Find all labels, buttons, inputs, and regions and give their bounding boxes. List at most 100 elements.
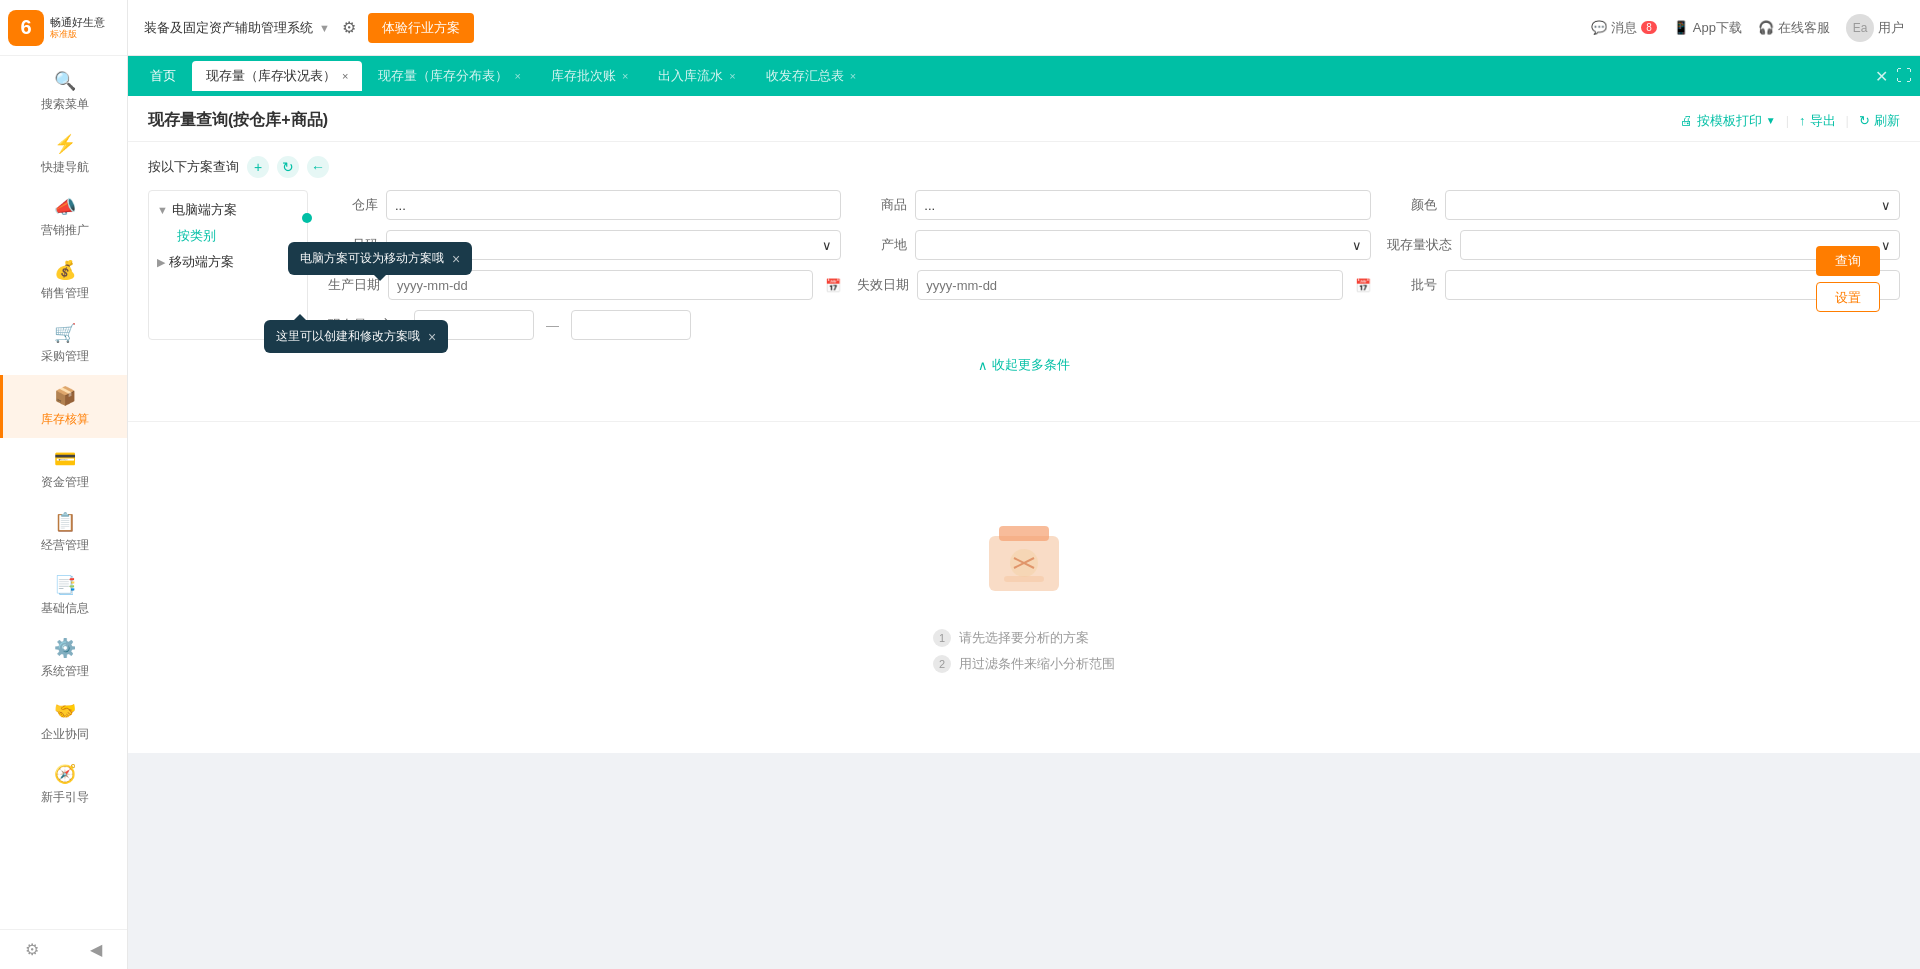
gear-icon: ⚙️	[54, 637, 76, 659]
filter-expiry-date: 失效日期 📅	[857, 270, 1370, 300]
tab-close-icon[interactable]: ×	[850, 70, 856, 82]
settings-gear-icon[interactable]: ⚙	[342, 18, 356, 37]
expiry-date-label: 失效日期	[857, 276, 909, 294]
chevron-up-icon: ∧	[978, 358, 988, 373]
sidebar-item-finance[interactable]: 💳 资金管理	[0, 438, 127, 501]
online-service-button[interactable]: 🎧 在线客服	[1758, 19, 1830, 37]
color-select[interactable]: ∨	[1445, 190, 1900, 220]
logo-text-block: 畅通好生意 标准版	[50, 15, 105, 41]
sidebar-item-enterprise[interactable]: 🤝 企业协同	[0, 690, 127, 753]
query-set-buttons: 查询 设置	[1816, 246, 1880, 312]
tab-close-icon[interactable]: ×	[729, 70, 735, 82]
refresh-scheme-button[interactable]: ↻	[277, 156, 299, 178]
tab-in-out-flow[interactable]: 出入库流水 ×	[644, 61, 749, 91]
refresh-icon: ↻	[1859, 113, 1870, 128]
sidebar-item-system[interactable]: ⚙️ 系统管理	[0, 627, 127, 690]
collapse-sidebar-button[interactable]: ◀	[90, 940, 102, 959]
sidebar-item-label: 采购管理	[41, 348, 89, 365]
tab-inventory-dist[interactable]: 现存量（库存分布表） ×	[364, 61, 534, 91]
message-icon: 💬	[1591, 20, 1607, 35]
filter-warehouse: 仓库 ...	[328, 190, 841, 220]
tooltip1-close-button[interactable]: ×	[452, 251, 460, 267]
refresh-button[interactable]: ↻ 刷新	[1859, 112, 1900, 130]
batch-label: 批号	[1387, 276, 1437, 294]
origin-select[interactable]: ∨	[915, 230, 1370, 260]
product-label: 商品	[857, 196, 907, 214]
sidebar-item-inventory[interactable]: 📦 库存核算	[0, 375, 127, 438]
app-download-button[interactable]: 📱 App下载	[1673, 19, 1742, 37]
page-title: 现存量查询(按仓库+商品)	[148, 110, 328, 131]
sidebar-item-label: 销售管理	[41, 285, 89, 302]
box-icon: 📦	[54, 385, 76, 407]
user-avatar: Ea	[1846, 14, 1874, 42]
sidebar-item-label: 库存核算	[41, 411, 89, 428]
collapse-filter-button[interactable]: ∧ 收起更多条件	[148, 356, 1900, 374]
tab-label: 出入库流水	[658, 67, 723, 85]
export-icon: ↑	[1799, 113, 1806, 128]
tree-label: 移动端方案	[169, 253, 234, 271]
megaphone-icon: 📣	[54, 196, 76, 218]
origin-label: 产地	[857, 236, 907, 254]
select-dots: ...	[924, 198, 935, 213]
app-name: 畅通好生意	[50, 15, 105, 29]
divider: |	[1846, 113, 1849, 128]
tooltip-text: 电脑方案可设为移动方案哦	[300, 250, 444, 267]
clipboard-icon: 📋	[54, 511, 76, 533]
tree-item-mobile[interactable]: ▶ 移动端方案	[149, 249, 307, 275]
sidebar-item-search[interactable]: 🔍 搜索菜单	[0, 60, 127, 123]
message-button[interactable]: 💬 消息 8	[1591, 19, 1657, 37]
sidebar-item-sales[interactable]: 💰 销售管理	[0, 249, 127, 312]
tab-batch-account[interactable]: 库存批次账 ×	[537, 61, 642, 91]
empty-step-2: 2 用过滤条件来缩小分析范围	[933, 655, 1115, 673]
tooltip-pc-scheme: 电脑方案可设为移动方案哦 ×	[288, 242, 472, 275]
sidebar-item-label: 新手引导	[41, 789, 89, 806]
export-button[interactable]: ↑ 导出	[1799, 112, 1836, 130]
warehouse-select[interactable]: ...	[386, 190, 841, 220]
calendar-icon[interactable]: 📅	[1355, 278, 1371, 293]
tab-close-icon[interactable]: ×	[622, 70, 628, 82]
tab-receive-summary[interactable]: 收发存汇总表 ×	[752, 61, 870, 91]
close-all-tabs-icon[interactable]: ✕	[1875, 67, 1888, 86]
template-print-button[interactable]: 🖨 按模板打印 ▼	[1680, 112, 1776, 130]
tab-close-icon[interactable]: ×	[514, 70, 520, 82]
expiry-date-input[interactable]	[917, 270, 1342, 300]
calendar-icon[interactable]: 📅	[825, 278, 841, 293]
dropdown-arrow: ∨	[822, 238, 832, 253]
sidebar-item-label: 企业协同	[41, 726, 89, 743]
query-button[interactable]: 查询	[1816, 246, 1880, 276]
tab-close-icon[interactable]: ×	[342, 70, 348, 82]
tab-label: 收发存汇总表	[766, 67, 844, 85]
sidebar-logo: 6 畅通好生意 标准版	[0, 0, 127, 56]
stock-qty-max[interactable]	[571, 310, 691, 340]
tab-home[interactable]: 首页	[136, 61, 190, 91]
user-avatar-button[interactable]: Ea 用户	[1846, 14, 1904, 42]
warehouse-label: 仓库	[328, 196, 378, 214]
empty-step-1: 1 请先选择要分析的方案	[933, 629, 1115, 647]
sidebar-item-quick-nav[interactable]: ⚡ 快捷导航	[0, 123, 127, 186]
sidebar-item-base-info[interactable]: 📑 基础信息	[0, 564, 127, 627]
tabbar-actions: ✕ ⛶	[1875, 67, 1912, 86]
sidebar-item-marketing[interactable]: 📣 营销推广	[0, 186, 127, 249]
settings-button[interactable]: ⚙	[25, 940, 39, 959]
sidebar-item-label: 基础信息	[41, 600, 89, 617]
tabbar: 首页 现存量（库存状况表） × 现存量（库存分布表） × 库存批次账 × 出入库…	[128, 56, 1920, 96]
sidebar-item-purchase[interactable]: 🛒 采购管理	[0, 312, 127, 375]
filter-header: 按以下方案查询 + ↻ ← 电脑方案可设为移动方案哦 × 这里可以创建和修改方案…	[148, 156, 1900, 178]
tree-item-pc[interactable]: ▼ 电脑端方案	[149, 197, 307, 223]
dropdown-arrow-icon: ▼	[1766, 115, 1776, 126]
sidebar-item-operation[interactable]: 📋 经营管理	[0, 501, 127, 564]
app-badge: 标准版	[50, 29, 105, 41]
sidebar-item-beginner[interactable]: 🧭 新手引导	[0, 753, 127, 816]
maximize-icon[interactable]: ⛶	[1896, 67, 1912, 85]
lightning-icon: ⚡	[54, 133, 76, 155]
product-select[interactable]: ...	[915, 190, 1370, 220]
back-button[interactable]: ←	[307, 156, 329, 178]
tab-inventory-status[interactable]: 现存量（库存状况表） ×	[192, 61, 362, 91]
trial-button[interactable]: 体验行业方案	[368, 13, 474, 43]
sidebar-item-label: 营销推广	[41, 222, 89, 239]
tooltip2-close-button[interactable]: ×	[428, 329, 436, 345]
add-scheme-button[interactable]: +	[247, 156, 269, 178]
tree-item-pc-category[interactable]: 按类别	[149, 223, 307, 249]
filter-row-1: 仓库 ... 商品 ...	[328, 190, 1900, 220]
set-button[interactable]: 设置	[1816, 282, 1880, 312]
